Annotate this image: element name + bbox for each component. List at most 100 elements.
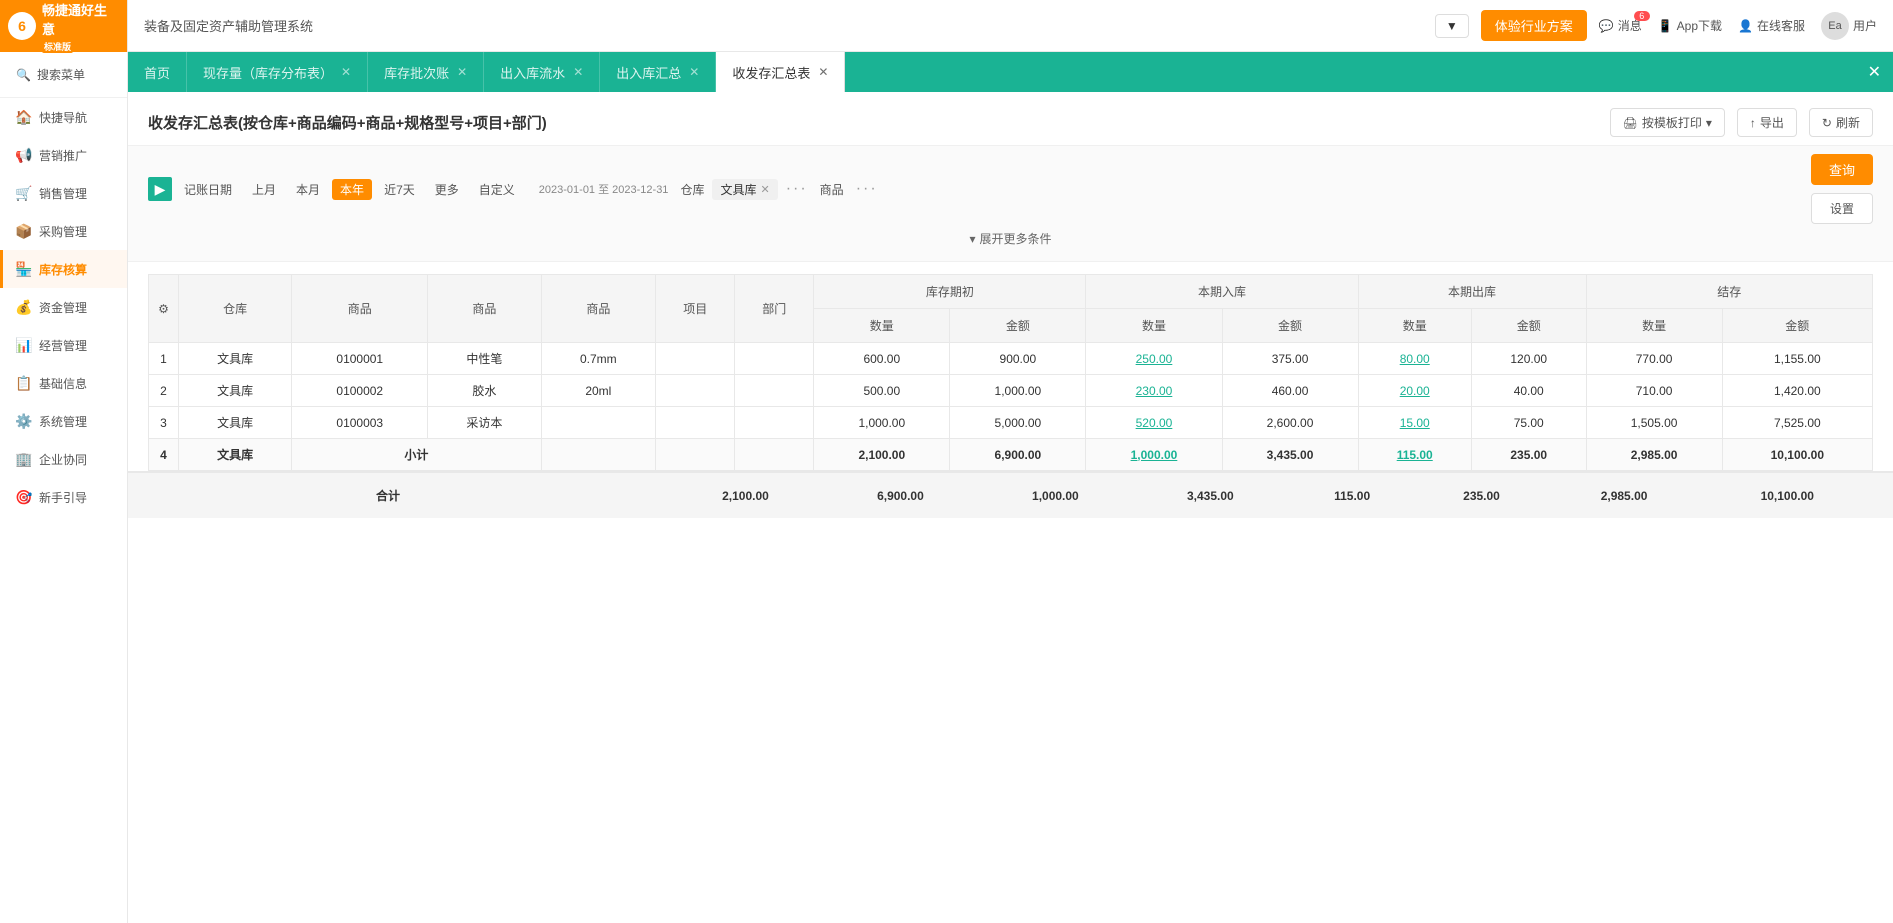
finance-icon: 💰 bbox=[15, 298, 33, 316]
tab-close-batch[interactable]: ✕ bbox=[457, 65, 467, 79]
sidebar-item-inventory[interactable]: 🏪 库存核算 bbox=[0, 250, 127, 288]
sidebar-item-base-info[interactable]: 📋 基础信息 bbox=[0, 364, 127, 402]
app-download-btn[interactable]: 📱 App下载 bbox=[1658, 17, 1722, 34]
tab-close-inout-flow[interactable]: ✕ bbox=[573, 65, 583, 79]
home-icon: 🏠 bbox=[15, 108, 33, 126]
refresh-btn[interactable]: ↻ 刷新 bbox=[1809, 108, 1873, 137]
settings-btn[interactable]: 设置 bbox=[1811, 193, 1873, 224]
row-goods-spec: 20ml bbox=[541, 375, 656, 407]
row-out-amt: 40.00 bbox=[1471, 375, 1586, 407]
print-btn[interactable]: 🖨 按模板打印 ▾ bbox=[1610, 108, 1725, 137]
row-opening-amt: 900.00 bbox=[950, 343, 1086, 375]
sidebar-item-finance[interactable]: 💰 资金管理 bbox=[0, 288, 127, 326]
th-department: 部门 bbox=[735, 275, 814, 343]
row-out-qty[interactable]: 80.00 bbox=[1358, 343, 1471, 375]
footer-opening-qty: 2,100.00 bbox=[668, 481, 823, 510]
row-department bbox=[735, 343, 814, 375]
table-row: 3 文具库 0100003 采访本 1,000.00 5,000.00 520.… bbox=[149, 407, 1873, 439]
row-out-qty[interactable]: 15.00 bbox=[1358, 407, 1471, 439]
query-settings-area: 查询 设置 bbox=[1811, 154, 1873, 224]
warehouse-tag: 文具库 ✕ bbox=[712, 179, 777, 200]
date-btn-more[interactable]: 更多 bbox=[427, 179, 467, 200]
search-icon: 🔍 bbox=[16, 68, 31, 82]
experience-btn[interactable]: 体验行业方案 bbox=[1481, 10, 1587, 41]
date-btn-this-month[interactable]: 本月 bbox=[288, 179, 328, 200]
subtotal-out-qty[interactable]: 115.00 bbox=[1358, 439, 1471, 471]
footer-in-qty: 1,000.00 bbox=[978, 481, 1133, 510]
filter-row-main: ▶ 记账日期 上月 本月 本年 近7天 更多 自定义 2023-01-01 至 … bbox=[148, 154, 1873, 224]
tab-close-receive-send-summary[interactable]: ✕ bbox=[818, 65, 828, 79]
goods-more-dots[interactable]: ··· bbox=[856, 180, 878, 198]
footer-in-amt: 3,435.00 bbox=[1133, 481, 1288, 510]
filter-date-btns: 上月 本月 本年 近7天 更多 自定义 bbox=[244, 179, 523, 200]
tab-inventory-dist[interactable]: 现存量（库存分布表） ✕ bbox=[187, 52, 368, 92]
row-closing-amt: 1,420.00 bbox=[1722, 375, 1872, 407]
th-out-amt: 金额 bbox=[1471, 309, 1586, 343]
sidebar-item-system[interactable]: ⚙️ 系统管理 bbox=[0, 402, 127, 440]
th-goods-spec: 商品 bbox=[541, 275, 656, 343]
tab-inout-summary[interactable]: 出入库汇总 ✕ bbox=[600, 52, 716, 92]
row-goods-code: 0100003 bbox=[292, 407, 428, 439]
warehouse-tag-remove[interactable]: ✕ bbox=[760, 183, 769, 196]
sidebar-item-marketing[interactable]: 📢 营销推广 bbox=[0, 136, 127, 174]
expand-more-row: ▾ 展开更多条件 bbox=[148, 224, 1873, 253]
date-btn-this-year[interactable]: 本年 bbox=[332, 179, 372, 200]
online-service-btn[interactable]: 👤 在线客服 bbox=[1738, 17, 1805, 34]
message-btn[interactable]: 💬 消息 6 bbox=[1599, 17, 1642, 34]
row-opening-qty: 500.00 bbox=[814, 375, 950, 407]
date-btn-custom[interactable]: 自定义 bbox=[471, 179, 523, 200]
tab-receive-send-summary[interactable]: 收发存汇总表 ✕ bbox=[716, 52, 845, 92]
logo-title: 畅捷通好生意 bbox=[42, 0, 119, 38]
subtotal-opening-qty: 2,100.00 bbox=[814, 439, 950, 471]
tab-batch[interactable]: 库存批次账 ✕ bbox=[368, 52, 484, 92]
filter-area: ▶ 记账日期 上月 本月 本年 近7天 更多 自定义 2023-01-01 至 … bbox=[128, 145, 1893, 262]
th-group-out: 本期出库 bbox=[1358, 275, 1586, 309]
th-in-qty: 数量 bbox=[1086, 309, 1222, 343]
sidebar-item-new-guide[interactable]: 🎯 新手引导 bbox=[0, 478, 127, 516]
purchase-icon: 📦 bbox=[15, 222, 33, 240]
tab-close-inventory-dist[interactable]: ✕ bbox=[341, 65, 351, 79]
row-warehouse: 文具库 bbox=[179, 343, 292, 375]
sidebar-item-search[interactable]: 🔍 搜索菜单 bbox=[8, 60, 119, 89]
th-out-qty: 数量 bbox=[1358, 309, 1471, 343]
query-btn[interactable]: 查询 bbox=[1811, 154, 1873, 185]
tab-home[interactable]: 首页 bbox=[128, 52, 187, 92]
sidebar-item-purchase[interactable]: 📦 采购管理 bbox=[0, 212, 127, 250]
row-in-amt: 375.00 bbox=[1222, 343, 1358, 375]
footer-out-amt: 235.00 bbox=[1416, 481, 1546, 510]
footer-label: 合计 bbox=[348, 481, 428, 510]
footer-bar: 合计 2,100.00 6,900.00 1,000.00 3,435.00 1… bbox=[128, 471, 1893, 518]
tab-inout-flow[interactable]: 出入库流水 ✕ bbox=[484, 52, 600, 92]
date-btn-7days[interactable]: 近7天 bbox=[376, 179, 423, 200]
row-in-qty[interactable]: 230.00 bbox=[1086, 375, 1222, 407]
table-area: ⚙ 仓库 商品 商品 商品 项目 部门 库存期初 本期入库 本期出库 结存 数量 bbox=[128, 274, 1893, 471]
row-in-qty[interactable]: 520.00 bbox=[1086, 407, 1222, 439]
subtotal-in-qty[interactable]: 1,000.00 bbox=[1086, 439, 1222, 471]
sidebar-item-sales[interactable]: 🛒 销售管理 bbox=[0, 174, 127, 212]
system-selector[interactable]: ▼ bbox=[1435, 14, 1469, 38]
filter-expand-btn[interactable]: ▶ bbox=[148, 177, 172, 201]
subtotal-label: 小计 bbox=[292, 439, 541, 471]
expand-more-btn[interactable]: ▾ 展开更多条件 bbox=[969, 230, 1051, 247]
data-table: ⚙ 仓库 商品 商品 商品 项目 部门 库存期初 本期入库 本期出库 结存 数量 bbox=[148, 274, 1873, 471]
sidebar-item-quick-nav[interactable]: 🏠 快捷导航 bbox=[0, 98, 127, 136]
date-btn-last-month[interactable]: 上月 bbox=[244, 179, 284, 200]
user-menu[interactable]: Ea 用户 bbox=[1821, 12, 1877, 40]
tab-bar-close[interactable]: ✕ bbox=[1856, 62, 1893, 82]
row-no: 2 bbox=[149, 375, 179, 407]
sidebar-item-operations[interactable]: 📊 经营管理 bbox=[0, 326, 127, 364]
row-out-qty[interactable]: 20.00 bbox=[1358, 375, 1471, 407]
row-no: 1 bbox=[149, 343, 179, 375]
row-in-qty[interactable]: 250.00 bbox=[1086, 343, 1222, 375]
sidebar-item-enterprise[interactable]: 🏢 企业协同 bbox=[0, 440, 127, 478]
th-settings[interactable]: ⚙ bbox=[149, 275, 179, 343]
download-icon: 📱 bbox=[1658, 19, 1673, 33]
tab-close-inout-summary[interactable]: ✕ bbox=[689, 65, 699, 79]
avatar: Ea bbox=[1821, 12, 1849, 40]
row-closing-amt: 1,155.00 bbox=[1722, 343, 1872, 375]
export-btn[interactable]: ↑ 导出 bbox=[1737, 108, 1797, 137]
row-closing-qty: 1,505.00 bbox=[1586, 407, 1722, 439]
warehouse-more-dots[interactable]: ··· bbox=[786, 180, 808, 198]
row-goods-code: 0100002 bbox=[292, 375, 428, 407]
footer-table: 合计 2,100.00 6,900.00 1,000.00 3,435.00 1… bbox=[148, 481, 1873, 510]
